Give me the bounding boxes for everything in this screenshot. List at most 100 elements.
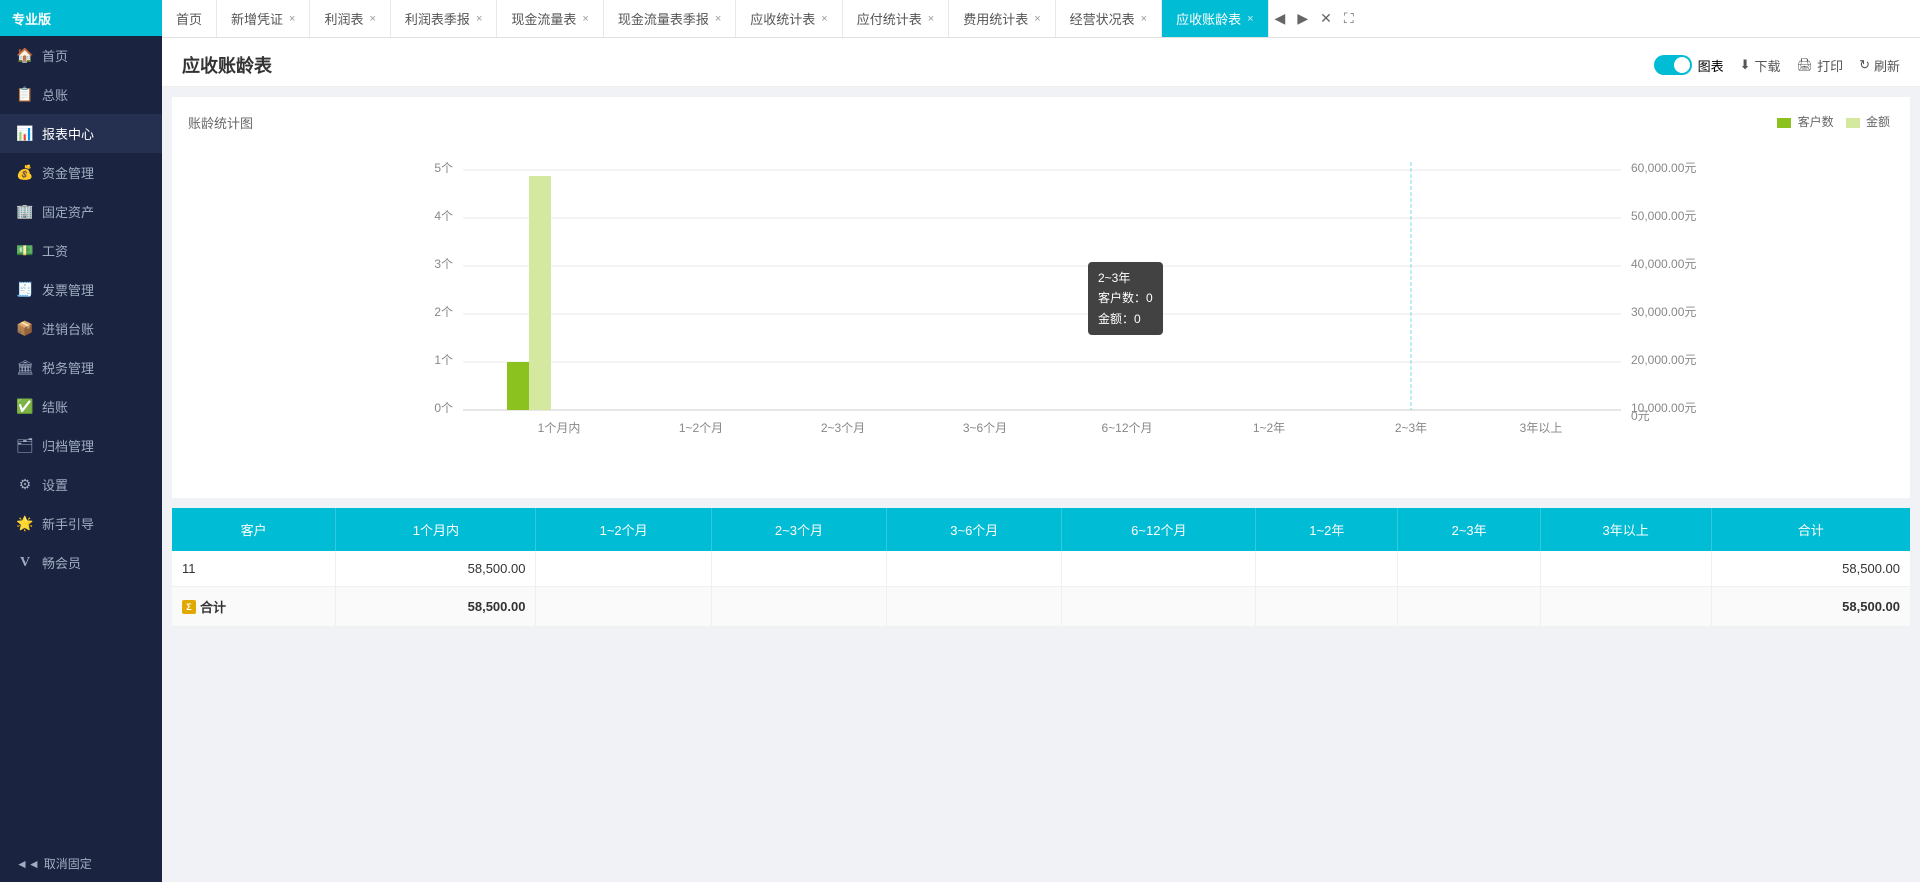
total-label: Σ 合计	[182, 597, 325, 616]
tab-close-icon[interactable]: ×	[1141, 13, 1147, 25]
page-title: 应收账龄表	[182, 52, 272, 78]
tab-operation[interactable]: 经营状况表 ×	[1056, 0, 1162, 37]
col-m12: 1~2个月	[536, 508, 711, 551]
cell-total: 58,500.00	[1711, 551, 1910, 587]
chart-container: 5个 4个 3个 2个 1个 0个 60,000.00元 50,000.00元 …	[188, 142, 1894, 482]
tab-close-icon[interactable]: ×	[476, 13, 482, 25]
cell-y3plus	[1540, 551, 1711, 587]
tab-prev-btn[interactable]: ◀	[1269, 0, 1292, 37]
total-m36	[887, 587, 1062, 627]
tab-close-icon[interactable]: ×	[582, 13, 588, 25]
pin-icon: ◄◄	[16, 857, 40, 871]
tab-profit-quarterly[interactable]: 利润表季报 ×	[391, 0, 497, 37]
tab-fullscreen-btn[interactable]: ⛶	[1338, 0, 1360, 37]
sidebar-item-guide[interactable]: 🌟 新手引导	[0, 504, 162, 543]
cell-y12	[1256, 551, 1398, 587]
page-header: 应收账龄表 图表 ⬇ 下载 🖨 打印 ↻ 刷新	[162, 38, 1920, 87]
chart-toggle[interactable]	[1654, 55, 1692, 75]
tab-label: 经营状况表	[1070, 9, 1135, 28]
tab-cashflow[interactable]: 现金流量表 ×	[497, 0, 603, 37]
legend-customer-color	[1777, 118, 1791, 128]
sidebar-item-label: 设置	[42, 475, 68, 494]
bar-customer-month1	[507, 362, 529, 410]
col-y23: 2~3年	[1398, 508, 1540, 551]
chart-toggle-group: 图表	[1654, 55, 1724, 75]
tab-label: 现金流量表季报	[618, 9, 709, 28]
settings-icon: ⚙	[16, 476, 34, 493]
tab-label: 利润表	[324, 9, 363, 28]
tab-cashflow-quarterly[interactable]: 现金流量表季报 ×	[604, 0, 736, 37]
tab-payable-stats[interactable]: 应付统计表 ×	[843, 0, 949, 37]
tax-icon: 🏛	[16, 359, 34, 376]
tab-receivable-aging[interactable]: 应收账龄表 ×	[1162, 0, 1268, 37]
sidebar-item-label: 固定资产	[42, 202, 94, 221]
legend-amount-label: 金额	[1866, 115, 1890, 129]
tab-close-icon[interactable]: ×	[369, 13, 375, 25]
svg-text:20,000.00元: 20,000.00元	[1631, 353, 1696, 367]
legend-customer-label: 客户数	[1798, 115, 1834, 129]
home-icon: 🏠	[16, 47, 34, 64]
tab-close-all-btn[interactable]: ✕	[1314, 0, 1338, 37]
cell-m12	[536, 551, 711, 587]
sidebar-item-tax[interactable]: 🏛 税务管理	[0, 348, 162, 387]
tab-home[interactable]: 首页	[162, 0, 217, 37]
tab-receivable-stats[interactable]: 应收统计表 ×	[736, 0, 842, 37]
tab-close-icon[interactable]: ×	[821, 13, 827, 25]
sidebar-item-purchase[interactable]: 📦 进销台账	[0, 309, 162, 348]
sidebar-item-settings[interactable]: ⚙ 设置	[0, 465, 162, 504]
sidebar-item-home[interactable]: 🏠 首页	[0, 36, 162, 75]
svg-text:0元: 0元	[1631, 409, 1650, 423]
checkout-icon: ✅	[16, 398, 34, 415]
legend-customer: 客户数	[1777, 113, 1833, 130]
col-y3plus: 3年以上	[1540, 508, 1711, 551]
tab-profit[interactable]: 利润表 ×	[310, 0, 390, 37]
col-m612: 6~12个月	[1062, 508, 1256, 551]
tab-new-voucher[interactable]: 新增凭证 ×	[217, 0, 310, 37]
download-btn[interactable]: ⬇ 下载	[1740, 56, 1781, 75]
print-btn[interactable]: 🖨 打印	[1797, 56, 1844, 75]
sidebar-pin-toggle[interactable]: ◄◄ 取消固定	[0, 845, 162, 882]
total-total: 58,500.00	[1711, 587, 1910, 627]
invoice-icon: 🧾	[16, 281, 34, 298]
sidebar-item-asset[interactable]: 🏢 固定资产	[0, 192, 162, 231]
salary-icon: 💵	[16, 242, 34, 259]
sidebar-item-ledger[interactable]: 📋 总账	[0, 75, 162, 114]
tab-expense-stats[interactable]: 费用统计表 ×	[949, 0, 1055, 37]
svg-text:0个: 0个	[434, 401, 453, 415]
svg-text:30,000.00元: 30,000.00元	[1631, 305, 1696, 319]
tab-close-icon[interactable]: ×	[715, 13, 721, 25]
refresh-label: 刷新	[1874, 56, 1900, 75]
bar-amount-month1	[529, 176, 551, 410]
svg-text:5个: 5个	[434, 161, 453, 175]
tab-next-btn[interactable]: ▶	[1291, 0, 1314, 37]
table-header-row: 客户 1个月内 1~2个月 2~3个月 3~6个月 6~12个月 1~2年 2~…	[172, 508, 1910, 551]
sidebar-item-capital[interactable]: 💰 资金管理	[0, 153, 162, 192]
tab-label: 新增凭证	[231, 9, 283, 28]
svg-text:1~2年: 1~2年	[1253, 421, 1285, 435]
tab-close-icon[interactable]: ×	[928, 13, 934, 25]
tab-close-icon[interactable]: ×	[1247, 13, 1253, 25]
tab-close-icon[interactable]: ×	[289, 13, 295, 25]
sidebar-item-label: 工资	[42, 241, 68, 260]
table-section: 客户 1个月内 1~2个月 2~3个月 3~6个月 6~12个月 1~2年 2~…	[172, 508, 1910, 627]
tab-close-icon[interactable]: ×	[1034, 13, 1040, 25]
refresh-btn[interactable]: ↻ 刷新	[1859, 56, 1900, 75]
sidebar-item-checkout[interactable]: ✅ 结账	[0, 387, 162, 426]
svg-text:3个: 3个	[434, 257, 453, 271]
pin-label: 取消固定	[44, 855, 92, 872]
sidebar-item-invoice[interactable]: 🧾 发票管理	[0, 270, 162, 309]
total-m12	[536, 587, 711, 627]
sidebar-item-report[interactable]: 📊 报表中心	[0, 114, 162, 153]
sidebar-item-archive[interactable]: 🗂 归档管理	[0, 426, 162, 465]
legend-amount-color	[1846, 118, 1860, 128]
chart-legend: 客户数 金额	[1777, 113, 1890, 130]
sidebar-item-member[interactable]: V 畅会员	[0, 543, 162, 582]
download-icon: ⬇	[1740, 57, 1751, 73]
svg-text:40,000.00元: 40,000.00元	[1631, 257, 1696, 271]
sidebar-item-label: 归档管理	[42, 436, 94, 455]
sidebar-item-label: 畅会员	[42, 553, 81, 572]
sidebar-item-salary[interactable]: 💵 工资	[0, 231, 162, 270]
cell-customer: 11	[172, 551, 336, 587]
header-actions: 图表 ⬇ 下载 🖨 打印 ↻ 刷新	[1654, 55, 1900, 75]
cell-m23	[711, 551, 886, 587]
